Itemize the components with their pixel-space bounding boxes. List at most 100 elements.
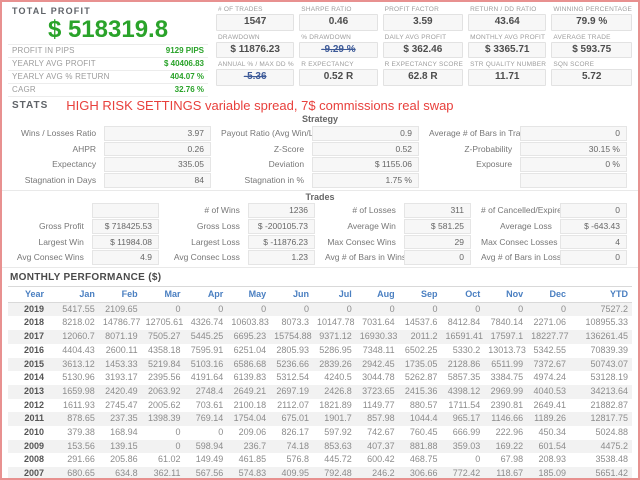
kpi-value: 62.8 R [382,69,464,86]
month-cell: 3613.12 [62,358,95,369]
month-cell: 680.65 [67,468,95,479]
stat-value: 30.15 % [520,141,627,157]
month-cell: 1659.98 [62,385,95,396]
stat-label: Deviation [268,159,305,170]
month-cell: 468.75 [409,454,438,465]
month-cell: 792.48 [324,468,352,479]
kpi-annual-max-dd: ANNUAL % / MAX DD % -5.36 [216,60,295,86]
stat-row: Wins / Losses Ratio 3.97 Payout Ratio (Avg… [8,126,632,141]
stat-value: 4.9 [91,250,159,265]
month-cell: 760.45 [409,426,438,437]
month-cell: 4326.74 [190,317,224,328]
year-cell: 2018 [23,317,44,328]
month-cell: 2649.21 [233,385,267,396]
kpi-value: 0.52 R [299,69,378,86]
stat-row: # of Wins 1236 # of Losses 311 # of Cancelle… [8,203,632,219]
kpi-value: -5.36 [216,69,295,86]
summary-panel: TOTAL PROFIT $ 518319.8 PROFIT IN PIPS 91… [8,4,216,96]
month-cell: 1044.4 [409,413,438,424]
stat-exposure: Exposure 0 % [429,157,627,172]
kpi-label: AVERAGE TRADE [553,33,611,41]
kpi-label: R EXPECTANCY SCORE [384,61,464,68]
month-cell: 0 [218,303,224,314]
month-cell: 0 [261,303,267,314]
month-cell: 7372.67 [533,358,566,369]
month-cell: 880.57 [409,399,438,410]
stat-label: Average Win [347,221,396,232]
kpi-r-expectancy: R EXPECTANCY 0.52 R [299,60,378,86]
month-cell: 1821.89 [319,399,352,410]
stat-expectancy: Expectancy 335.05 [13,157,211,172]
report-page: TOTAL PROFIT $ 518319.8 PROFIT IN PIPS 91… [0,0,640,480]
column-header-may: May [227,285,271,303]
month-cell: 6502.25 [404,344,438,355]
stats-warning-row: STATS HIGH RISK SETTINGS variable spread… [8,96,454,113]
month-cell: 0 [475,303,481,314]
month-cell: 601.54 [538,440,566,451]
summary-row-value: $ 40406.83 [163,59,204,69]
month-cell: 445.72 [324,454,352,465]
month-cell: 0 [560,303,566,314]
year-cell: 2009 [23,440,44,451]
stats-heading: STATS [12,99,49,111]
table-row-2015: 2015 3613.12 1453.33 5219.84 5103.16 6586.68 5… [8,357,632,372]
stat-average-loss: Average Loss $ -643.43 [481,219,627,234]
year-cell: 2015 [23,358,44,369]
kpi-label: RETURN / DD RATIO [470,6,537,13]
column-header-apr: Apr [184,285,228,303]
month-cell: 5262.87 [404,372,438,383]
month-cell: 1149.77 [362,399,395,410]
year-cell: 2012 [23,399,44,410]
stat-empty-cell [429,172,627,188]
month-cell: 2805.93 [276,344,309,355]
column-header-ytd: YTD [570,285,632,303]
stat-value: $ -643.43 [559,219,627,234]
year-cell: 2019 [23,303,44,314]
month-cell: 461.85 [238,454,267,465]
month-cell: 2390.81 [490,399,524,410]
kpi-value: 5.72 [551,69,632,86]
stat-label: Avg Consec Wins [16,252,84,263]
month-cell: 2005.62 [147,399,181,410]
kpi-str-quality-number: STR QUALITY NUMBER 11.71 [468,60,547,86]
stat-label: Largest Win [38,236,84,247]
summary-row-value: 9129 PIPS [165,46,204,56]
stat-value: 335.05 [104,157,211,172]
kpi-of-trades: # OF TRADES 1547 [216,5,295,31]
month-cell: 2748.4 [195,385,224,396]
month-cell: 13013.73 [488,344,526,355]
month-cell: 881.88 [409,440,438,451]
total-profit-value: $ 518319.8 [47,16,169,43]
stat-avg-consec-wins: Avg Consec Wins 4.9 [13,250,159,265]
kpi-label: R EXPECTANCY [301,61,354,68]
stat-value: $ -11876.23 [247,234,315,250]
month-cell: 291.66 [67,454,95,465]
stat-value: 0.52 [312,141,419,157]
month-cell: 5417.55 [62,303,95,314]
stat-value: $ 11984.08 [91,234,159,250]
column-header-sep: Sep [398,285,442,303]
kpi-label: % DRAWDOWN [301,33,352,41]
month-cell: 18227.77 [531,331,569,342]
month-cell: 7595.91 [190,344,224,355]
ytd-cell: 70839.39 [590,344,628,355]
table-row-2010: 2010 379.38 168.94 0 0 209.06 826.17 597.92 742.… [8,426,632,440]
stat-row: AHPR 0.26 Z-Score 0.52 Z-Probability 30.15 % [8,141,632,157]
kpi-grid: # OF TRADES 1547 SHARPE RATIO 0.46 PROFIT FA… [216,4,632,96]
stat-of-wins: # of Wins 1236 [169,203,315,219]
summary-row-label: YEARLY AVG % RETURN [12,72,110,82]
strategy-rows: Wins / Losses Ratio 3.97 Payout Ratio (Avg… [8,126,632,188]
month-cell: 600.42 [367,454,395,465]
trades-title: Trades [305,191,335,202]
kpi-monthly-avg-profit: MONTHLY AVG PROFIT $ 3365.71 [468,33,547,58]
month-cell: 0 [389,303,395,314]
month-cell: 14537.6 [404,317,438,328]
month-cell: 5286.95 [319,344,352,355]
month-cell: 2942.45 [362,358,395,369]
stat-label: Max Consec Losses [481,236,558,247]
month-cell: 5330.2 [452,344,481,355]
kpi-value: 1547 [216,14,295,31]
column-header-oct: Oct [441,285,485,303]
strategy-section: Strategy Wins / Losses Ratio 3.97 Payout R… [8,113,632,188]
stat-value: 3.97 [104,126,211,141]
